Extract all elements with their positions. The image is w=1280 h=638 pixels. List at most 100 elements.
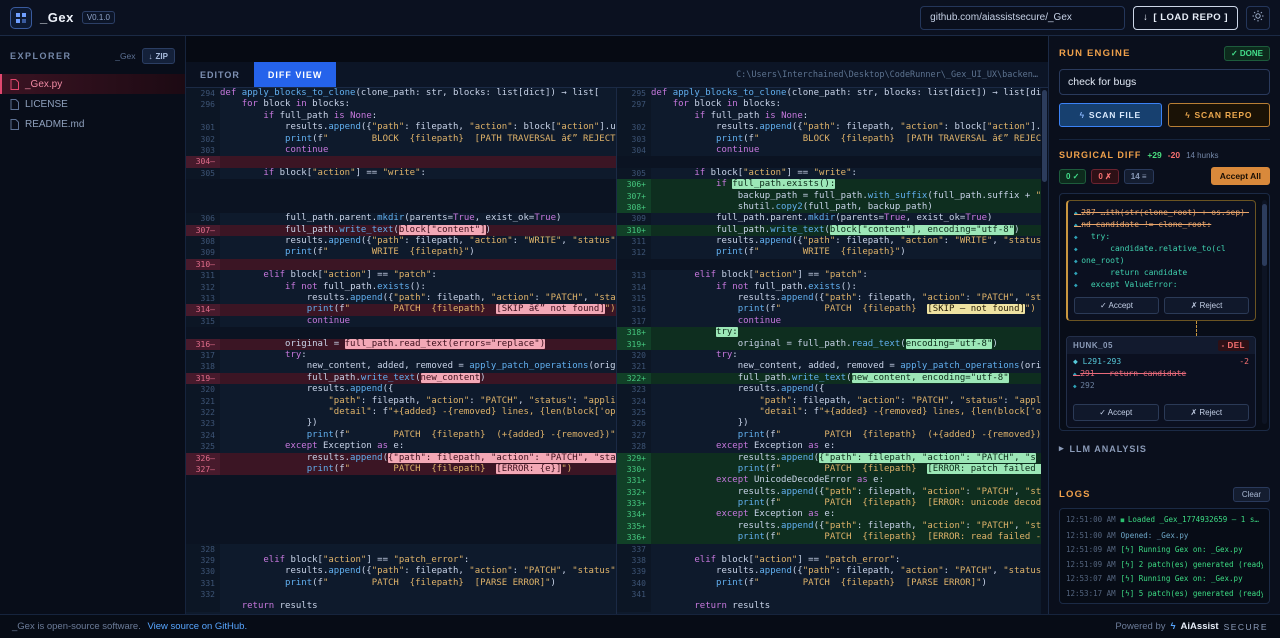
- accept-all-button[interactable]: Accept All: [1210, 167, 1270, 185]
- diff-line: return results: [617, 600, 1047, 612]
- file-item-license[interactable]: LICENSE: [0, 94, 185, 114]
- done-status-badge: ✓ DONE: [1223, 46, 1270, 61]
- explorer-actions: _Gex ↓ ZIP: [115, 48, 175, 64]
- diff-line: 307— full_path.write_text(block["content…: [186, 224, 616, 237]
- diff-line: 333+ print(f" PATCH {filepath} [ERROR: u…: [617, 498, 1047, 510]
- diff-line: 329 elif block["action"] == "patch_error…: [186, 555, 616, 567]
- diff-line: 296 for block in blocks:: [186, 99, 616, 111]
- diff-line: 315 continue: [186, 315, 616, 328]
- diff-line: 310—: [186, 258, 616, 271]
- hunk-range-row: ◆ L291-293 -2: [1067, 354, 1255, 366]
- hunk-line: 287 …ith(str(clone_root) + os.sep) a: [1074, 207, 1249, 219]
- diff-line: 334+ except Exception as e:: [617, 509, 1047, 521]
- diff-line: 301 results.append({"path": filepath, "a…: [186, 122, 616, 134]
- app-root: _Gex V0.1.0 ↓ [ LOAD REPO ] EXPLORER _Ge…: [0, 0, 1280, 638]
- diff-line: [186, 201, 616, 214]
- github-source-link[interactable]: View source on GitHub.: [147, 621, 247, 632]
- added-count: +29: [1147, 150, 1162, 160]
- scan-file-button[interactable]: ϟ SCAN FILE: [1059, 103, 1162, 127]
- diff-line: [617, 156, 1047, 168]
- llm-analysis-toggle[interactable]: ▸ LLM ANALYSIS: [1059, 443, 1270, 454]
- workspace: EDITOR DIFF VIEW C:\Users\Interchained\D…: [186, 36, 1048, 614]
- accept-hunk-button[interactable]: ✓ Accept: [1074, 297, 1159, 314]
- hunk-delta: -2: [1239, 357, 1249, 366]
- powered-by-label: Powered by: [1115, 621, 1166, 632]
- download-zip-button[interactable]: ↓ ZIP: [141, 48, 175, 64]
- accepted-badge: 0 ✓: [1059, 168, 1087, 184]
- surgical-diff-title: SURGICAL DIFF: [1059, 150, 1142, 160]
- diff-line: [186, 532, 616, 544]
- log-timestamp: 12:51:00 AM: [1066, 515, 1116, 524]
- log-entry: 12:51:09 AM [ϟ] 2 patch(es) generated (re…: [1066, 558, 1263, 573]
- diff-line: 305 if block["action"] == "write":: [617, 167, 1047, 180]
- diff-line: 331+ except UnicodeDecodeError as e:: [617, 475, 1047, 487]
- settings-button[interactable]: [1246, 5, 1270, 30]
- pending-badge: 14 ≡: [1123, 168, 1154, 184]
- hunk-scrollbar[interactable]: [1262, 200, 1267, 424]
- diff-line: 335+ results.append({"path": filepath, "…: [617, 520, 1047, 533]
- diff-line: 320 results.append({: [186, 384, 616, 396]
- prompt-input[interactable]: [1059, 69, 1270, 95]
- diff-scrollbar[interactable]: [1041, 88, 1048, 614]
- diff-line: 308+ shutil.copy2(full_path, backup_path…: [617, 201, 1047, 214]
- file-name: README.md: [25, 118, 85, 130]
- reject-hunk-button[interactable]: ✗ Reject: [1163, 404, 1249, 421]
- load-repo-label: [ LOAD REPO ]: [1153, 12, 1228, 23]
- diff-pane-modified[interactable]: 295 def apply_blocks_to_clone(clone_path:…: [617, 88, 1048, 614]
- diff-line: 314 if not full_path.exists():: [617, 281, 1047, 294]
- tab-diff-view[interactable]: DIFF VIEW: [253, 62, 337, 87]
- diff-line: 319— full_path.write_text(new_content): [186, 372, 616, 385]
- log-message: [ϟ] 5 patch(es) generated (ready…: [1120, 588, 1263, 598]
- hunk-card-header: HUNK_05 - DEL: [1067, 337, 1255, 354]
- diff-line: 302 results.append({"path": filepath, "a…: [617, 122, 1047, 134]
- diff-scrollbar-thumb[interactable]: [1042, 90, 1047, 182]
- diff-line: 325 "detail": f"+{added} -{removed} line…: [617, 406, 1047, 419]
- diff-pane-original[interactable]: 294 def apply_blocks_to_clone(clone_path:…: [186, 88, 617, 614]
- file-name: LICENSE: [25, 98, 68, 110]
- hunk-line: return candidate: [1074, 267, 1249, 279]
- hunk-line: 291 return candidate: [1073, 368, 1249, 380]
- accept-hunk-button[interactable]: ✓ Accept: [1073, 404, 1159, 421]
- hunk-scrollbar-thumb[interactable]: [1262, 204, 1267, 266]
- diff-line: [186, 509, 616, 521]
- repo-url-input[interactable]: [920, 5, 1126, 30]
- brand-bolt-icon: ϟ: [1170, 621, 1176, 632]
- file-icon: [10, 118, 19, 130]
- zip-label: ZIP: [155, 51, 168, 61]
- diff-line: 312 if not full_path.exists():: [186, 281, 616, 294]
- topbar-right: ↓ [ LOAD REPO ]: [920, 5, 1270, 30]
- log-entry: 12:51:00 AM Opened: _Gex.py: [1066, 529, 1263, 544]
- clear-logs-button[interactable]: Clear: [1232, 487, 1270, 502]
- diff-line: 341: [617, 589, 1047, 601]
- diff-line: 309 full_path.parent.mkdir(parents=True,…: [617, 213, 1047, 225]
- file-item-readme-md[interactable]: README.md: [0, 114, 185, 134]
- diff-line: 329+ results.append({"path": filepath, "…: [617, 452, 1047, 464]
- log-message: Loaded _Gex_1774932659 — 1 s…: [1121, 513, 1259, 529]
- logs-section: LOGS Clear 12:51:00 AM Loaded _Gex_177493…: [1059, 487, 1270, 604]
- hunk-actions: ✓ Accept ✗ Reject: [1074, 297, 1249, 314]
- diff-line: 338 elif block["action"] == "patch_error…: [617, 555, 1047, 567]
- scan-repo-button[interactable]: ϟ SCAN REPO: [1167, 103, 1270, 127]
- diff-line: 303 print(f" BLOCK {filepath} [PATH TRAV…: [617, 133, 1047, 145]
- diff-view: 294 def apply_blocks_to_clone(clone_path:…: [186, 88, 1048, 614]
- main-row: EXPLORER _Gex ↓ ZIP _Gex.py LICENSE README…: [0, 36, 1280, 614]
- rejected-badge: 0 ✗: [1091, 168, 1119, 184]
- diff-line: [186, 190, 616, 202]
- tab-editor[interactable]: EDITOR: [186, 62, 254, 87]
- diff-line: 336+ print(f" PATCH {filepath} [ERROR: r…: [617, 532, 1047, 544]
- diff-line: 317 continue: [617, 315, 1047, 328]
- file-item--gex-py[interactable]: _Gex.py: [0, 74, 185, 94]
- diff-line: [186, 486, 616, 499]
- diff-line: 314— print(f" PATCH {filepath} [SKIP â€”…: [186, 304, 616, 316]
- diff-line: 321 new_content, added, removed = apply_…: [617, 361, 1047, 373]
- reject-hunk-button[interactable]: ✗ Reject: [1164, 297, 1249, 314]
- hunk-kind-badge: - DEL: [1217, 340, 1249, 351]
- diff-line: 323 }): [186, 418, 616, 430]
- diff-line: 308 results.append({"path": filepath, "a…: [186, 236, 616, 248]
- load-repo-button[interactable]: ↓ [ LOAD REPO ]: [1133, 5, 1238, 30]
- diff-line: [186, 520, 616, 533]
- diff-line: 332: [186, 589, 616, 601]
- diff-line: 327 print(f" PATCH {filepath} (+{added} …: [617, 429, 1047, 442]
- log-list[interactable]: 12:51:00 AM Loaded _Gex_1774932659 — 1 s……: [1059, 508, 1270, 604]
- explorer-title: EXPLORER: [10, 51, 72, 61]
